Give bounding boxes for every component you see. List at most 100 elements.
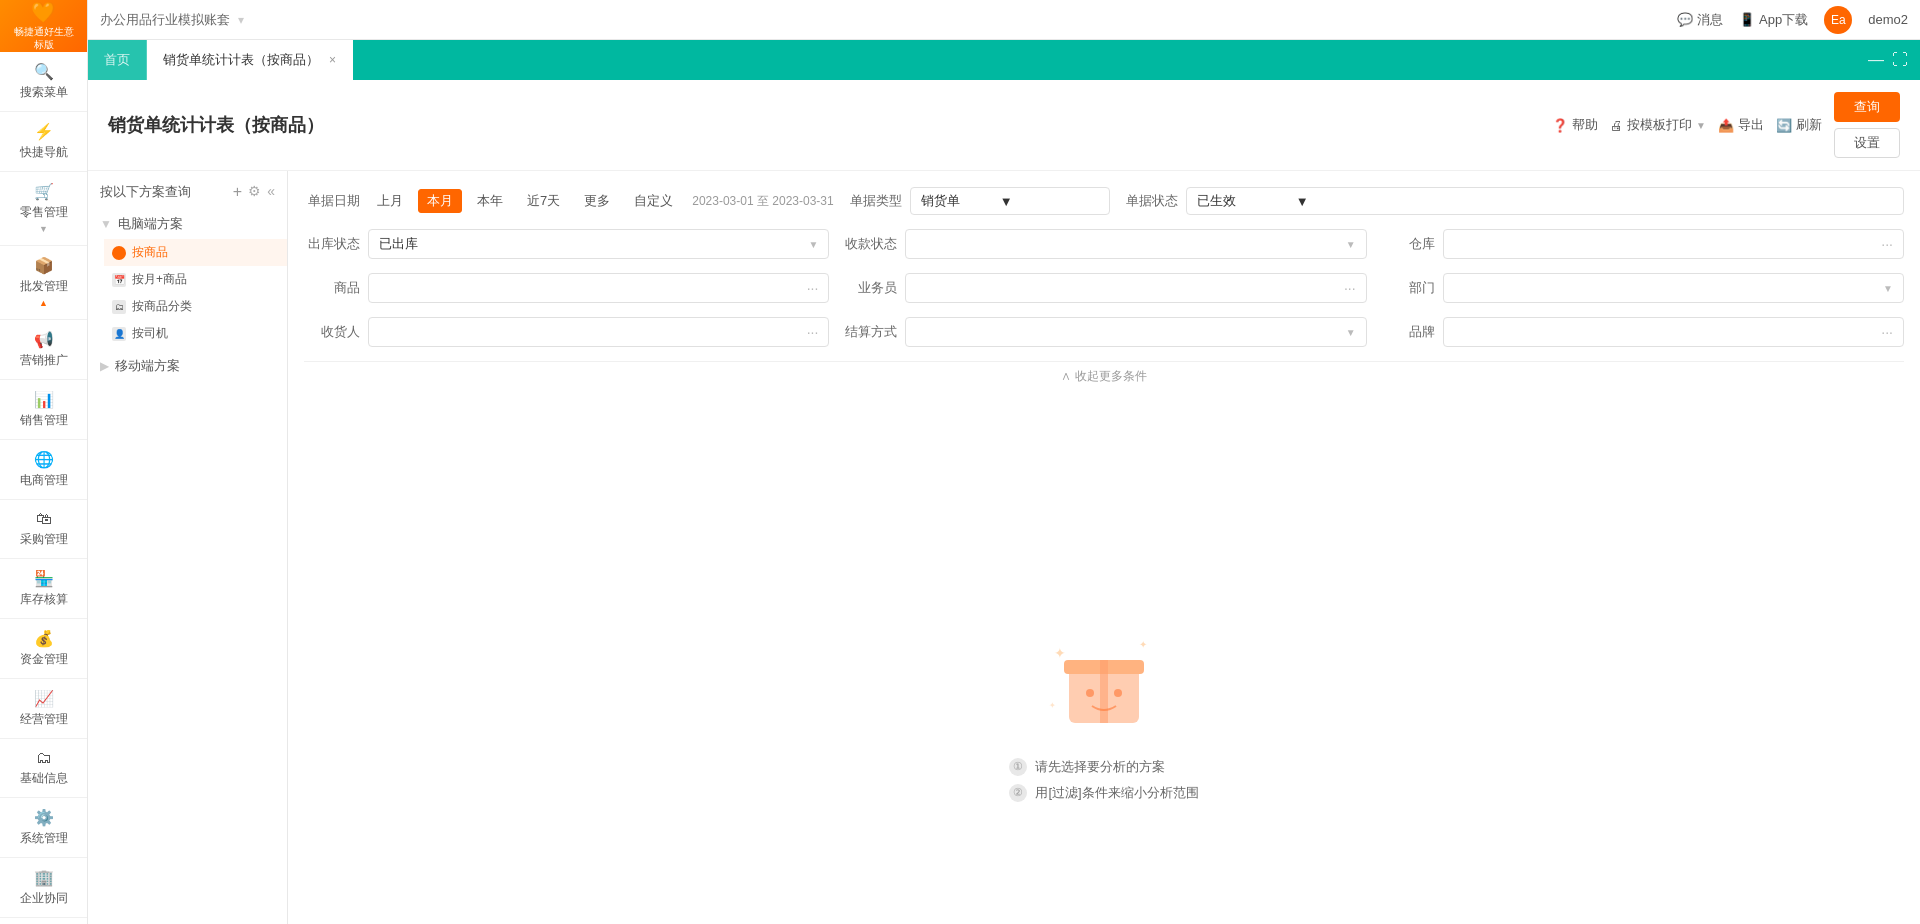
status-dropdown-arrow: ▼ <box>1296 194 1309 209</box>
warehouse-label: 出库状态 <box>304 235 360 253</box>
date-this-month-btn[interactable]: 本月 <box>418 189 462 213</box>
tab-minimize-btn[interactable]: — <box>1868 51 1884 69</box>
svg-text:✦: ✦ <box>1139 639 1147 650</box>
sidebar-item-nav[interactable]: ⚡ 快捷导航 <box>0 112 87 172</box>
download-btn[interactable]: 📱 App下载 <box>1739 11 1808 29</box>
sidebar-item-ecommerce[interactable]: 🌐 电商管理 <box>0 440 87 500</box>
marketing-icon: 📢 <box>4 330 83 349</box>
sidebar-item-retail[interactable]: 🛒 零售管理 ▼ <box>0 172 87 246</box>
download-label: App下载 <box>1759 11 1808 29</box>
date-this-year-btn[interactable]: 本年 <box>468 189 512 213</box>
tab-bar: 首页 销货单统计计表（按商品） × — ⛶ <box>88 40 1920 80</box>
sidebar-item-sales-label: 销售管理 <box>4 412 83 429</box>
sidebar-item-operations[interactable]: 📈 经营管理 <box>0 679 87 739</box>
tree-item-driver[interactable]: 👤 按司机 <box>104 320 287 347</box>
sidebar-item-system[interactable]: ⚙️ 系统管理 <box>0 798 87 858</box>
export-btn[interactable]: 📤 导出 <box>1718 116 1764 134</box>
collapse-panel-btn[interactable]: « <box>267 183 275 201</box>
sidebar-logo[interactable]: 🧡 畅捷通好生意 标版 <box>0 0 88 52</box>
sidebar-item-marketing-label: 营销推广 <box>4 352 83 369</box>
filter-row-1: 单据日期 上月 本月 本年 近7天 更多 自定义 2023-03-01 至 20… <box>304 187 1904 215</box>
tree-pc-label: 电脑端方案 <box>118 215 183 233</box>
person-icon: 👤 <box>112 327 126 341</box>
avatar[interactable]: Ea <box>1824 6 1852 34</box>
query-btn[interactable]: 查询 <box>1834 92 1900 122</box>
sidebar-item-finance[interactable]: 💰 资金管理 <box>0 619 87 679</box>
page-title-bar: 销货单统计计表（按商品） ❓ 帮助 🖨 按模板打印 ▼ 📤 导出 🔄 刷新 <box>88 80 1920 171</box>
left-panel-header: 按以下方案查询 + ⚙ « <box>88 183 287 209</box>
tab-home[interactable]: 首页 <box>88 40 147 80</box>
enterprise-icon: 🏢 <box>4 868 83 887</box>
avatar-initials: Ea <box>1831 13 1846 27</box>
message-icon: 💬 <box>1677 12 1693 27</box>
tree-mobile-section[interactable]: ▶ 移动端方案 <box>88 351 287 381</box>
goods-input[interactable]: ··· <box>368 273 829 303</box>
payment-label: 收款状态 <box>841 235 897 253</box>
receiver-dots: ··· <box>807 324 819 340</box>
tree-item-by-goods-label: 按商品 <box>132 244 168 261</box>
sidebar-item-stock[interactable]: 🏪 库存核算 <box>0 559 87 619</box>
salesperson-input[interactable]: ··· <box>905 273 1366 303</box>
sidebar-item-sales[interactable]: 📊 销售管理 <box>0 380 87 440</box>
help-btn[interactable]: ❓ 帮助 <box>1552 116 1598 134</box>
collapse-bar[interactable]: ∧ 收起更多条件 <box>304 361 1904 391</box>
page-title: 销货单统计计表（按商品） <box>108 113 324 149</box>
action-buttons: 查询 设置 <box>1834 92 1900 158</box>
warehouse-dropdown-arrow: ▼ <box>808 239 818 250</box>
add-scheme-btn[interactable]: + <box>233 183 242 201</box>
messages-btn[interactable]: 💬 消息 <box>1677 11 1723 29</box>
tip-text-2: 用[过滤]条件来缩小分析范围 <box>1035 784 1198 802</box>
payment-select[interactable]: ▼ <box>905 229 1366 259</box>
sidebar-item-newbie[interactable]: 🎯 新手引导 <box>0 918 87 924</box>
storage-input[interactable]: ··· <box>1443 229 1904 259</box>
tab-maximize-btn[interactable]: ⛶ <box>1892 51 1908 69</box>
tab-close-btn[interactable]: × <box>329 53 336 67</box>
content-area: 销货单统计计表（按商品） ❓ 帮助 🖨 按模板打印 ▼ 📤 导出 🔄 刷新 <box>88 80 1920 924</box>
tab-active[interactable]: 销货单统计计表（按商品） × <box>147 40 353 80</box>
date-last-month-btn[interactable]: 上月 <box>368 189 412 213</box>
date-last7-btn[interactable]: 近7天 <box>518 189 569 213</box>
goods-dots: ··· <box>807 280 819 296</box>
sidebar-item-purchase[interactable]: 🛍 采购管理 <box>0 500 87 559</box>
left-panel-header-label: 按以下方案查询 <box>100 183 191 201</box>
refresh-btn[interactable]: 🔄 刷新 <box>1776 116 1822 134</box>
tree-item-month-goods[interactable]: 📅 按月+商品 <box>104 266 287 293</box>
logo-icon: 🧡 <box>31 0 56 24</box>
date-custom-btn[interactable]: 自定义 <box>625 189 682 213</box>
empty-tip-1: ① 请先选择要分析的方案 <box>1009 758 1198 776</box>
main-area: 办公用品行业模拟账套 ▾ 💬 消息 📱 App下载 Ea demo2 首页 销货… <box>88 0 1920 924</box>
receiver-input[interactable]: ··· <box>368 317 829 347</box>
brand-field: 品牌 ··· <box>1379 317 1904 347</box>
sidebar-item-basic[interactable]: 🗂 基础信息 <box>0 739 87 798</box>
brand-label: 品牌 <box>1379 323 1435 341</box>
settings-scheme-btn[interactable]: ⚙ <box>248 183 261 201</box>
settlement-field: 结算方式 ▼ <box>841 317 1366 347</box>
export-label: 导出 <box>1738 116 1764 134</box>
user-name[interactable]: demo2 <box>1868 12 1908 27</box>
goods-field: 商品 ··· <box>304 273 829 303</box>
settlement-select[interactable]: ▼ <box>905 317 1366 347</box>
sidebar-item-marketing[interactable]: 📢 营销推广 <box>0 320 87 380</box>
brand-input[interactable]: ··· <box>1443 317 1904 347</box>
status-select[interactable]: 已生效 ▼ <box>1186 187 1904 215</box>
svg-text:✦: ✦ <box>1054 645 1066 661</box>
date-more-btn[interactable]: 更多 <box>575 189 619 213</box>
warehouse-select[interactable]: 已出库 ▼ <box>368 229 829 259</box>
template-print-btn[interactable]: 🖨 按模板打印 ▼ <box>1610 116 1706 134</box>
tree-item-by-goods[interactable]: 按商品 <box>104 239 287 266</box>
filter-row-2: 出库状态 已出库 ▼ 收款状态 ▼ <box>304 229 1904 259</box>
tip-num-1: ① <box>1009 758 1027 776</box>
sidebar-item-enterprise[interactable]: 🏢 企业协同 <box>0 858 87 918</box>
print-dropdown-arrow: ▼ <box>1696 120 1706 131</box>
tree-item-goods-category[interactable]: 🗂 按商品分类 <box>104 293 287 320</box>
sidebar-item-search[interactable]: 🔍 搜索菜单 <box>0 52 87 112</box>
type-select[interactable]: 销货单 ▼ <box>910 187 1110 215</box>
tree-pc-section[interactable]: ▼ 电脑端方案 <box>88 209 287 239</box>
calendar-icon: 📅 <box>112 273 126 287</box>
department-select[interactable]: ▼ <box>1443 273 1904 303</box>
settings-btn[interactable]: 设置 <box>1834 128 1900 158</box>
empty-tips: ① 请先选择要分析的方案 ② 用[过滤]条件来缩小分析范围 <box>1009 758 1198 810</box>
sidebar-item-wholesale[interactable]: 📦 批发管理 ▲ <box>0 246 87 320</box>
tree-mobile-label: 移动端方案 <box>115 357 180 375</box>
collapse-label: ∧ 收起更多条件 <box>1061 369 1146 383</box>
